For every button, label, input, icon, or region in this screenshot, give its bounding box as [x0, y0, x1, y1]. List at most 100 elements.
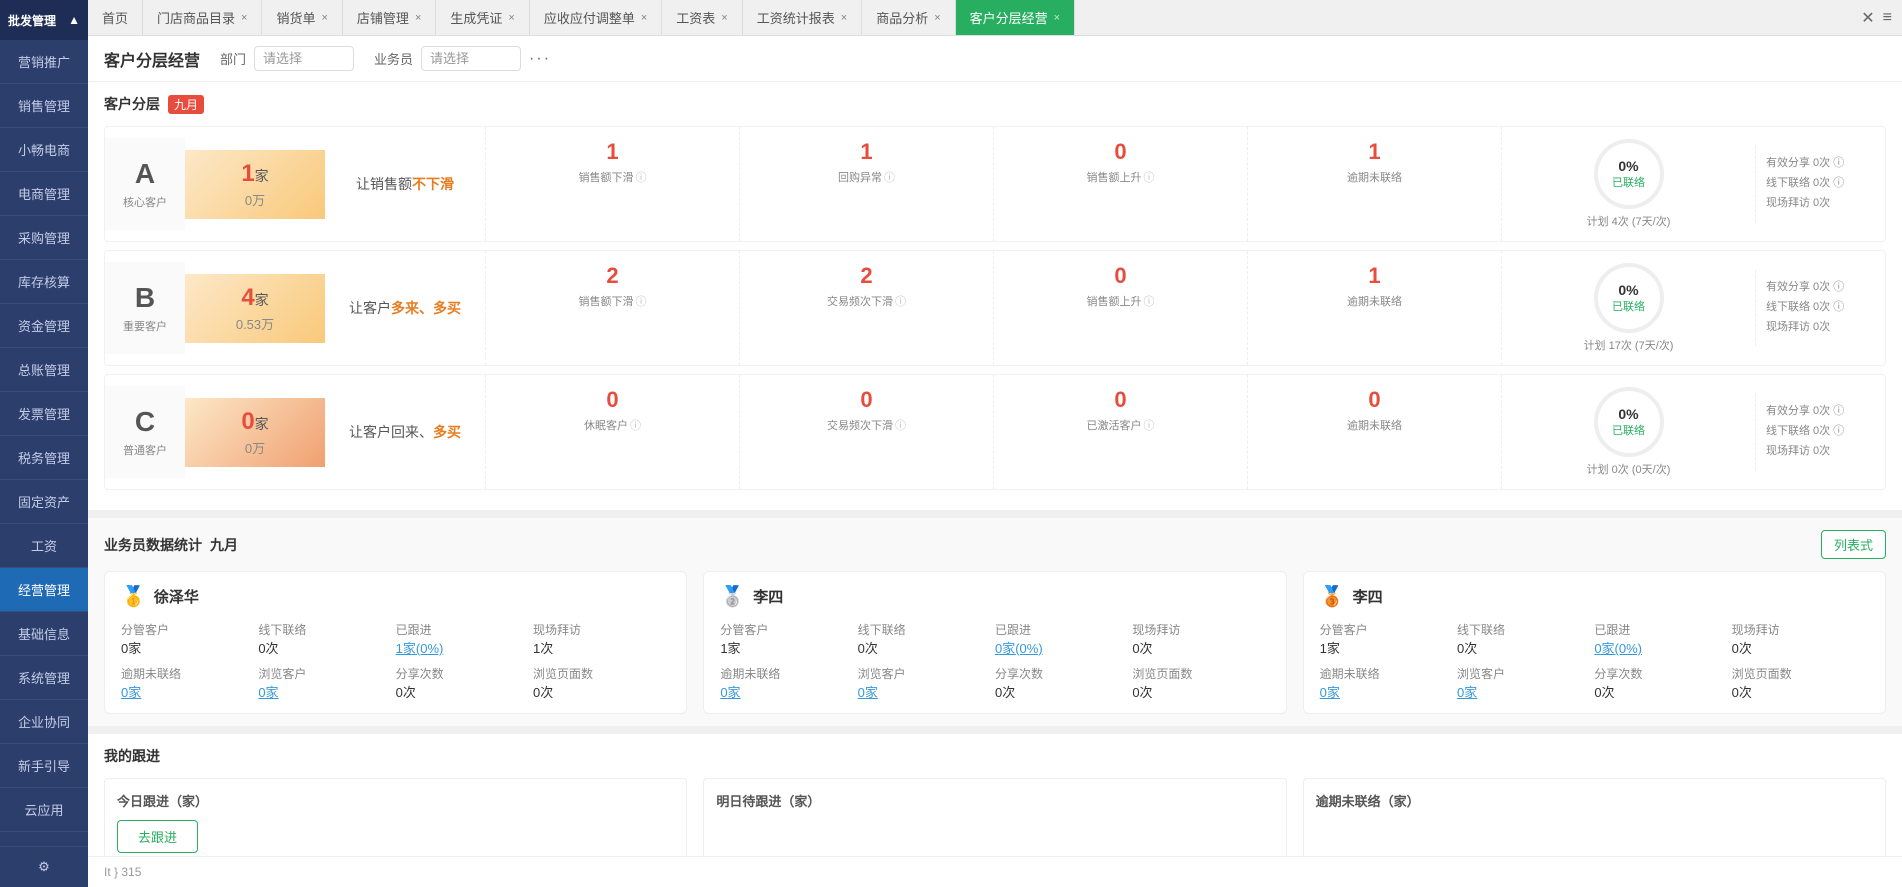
tab-home[interactable]: 首页 — [88, 0, 143, 36]
tab-product-analysis[interactable]: 商品分析 × — [862, 0, 955, 36]
help-icon[interactable]: ⓘ — [1833, 301, 1844, 313]
sidebar-item-cggl[interactable]: 采购管理 — [0, 216, 88, 260]
sidebar-item-yyy[interactable]: 云应用 — [0, 788, 88, 832]
tab-ar-ap-adjust[interactable]: 应收应付调整单 × — [530, 0, 662, 36]
tier-a-stat-3[interactable]: 0 销售额上升ⓘ — [994, 127, 1248, 241]
tier-c-right-info: 有效分享 0次 ⓘ 线下联络 0次 ⓘ 现场拜访 0次 — [1755, 394, 1885, 470]
close-icon[interactable]: × — [641, 12, 647, 24]
tab-sales-order[interactable]: 销货单 × — [262, 0, 342, 36]
sidebar-item-gdzy[interactable]: 固定资产 — [0, 480, 88, 524]
tier-a-stat-4[interactable]: 1 逾期未联络 — [1248, 127, 1502, 241]
close-icon[interactable]: × — [321, 12, 327, 24]
sidebar-settings[interactable]: ⚙ — [0, 846, 88, 887]
sidebar-item-xtgl[interactable]: 系统管理 — [0, 656, 88, 700]
sidebar-collapse-icon[interactable]: ▲ — [68, 13, 80, 27]
month-badge: 九月 — [168, 95, 204, 114]
sidebar-item-jygl[interactable]: 经营管理 — [0, 568, 88, 612]
staff-item: 已跟进 1家(0%) — [396, 621, 533, 657]
close-icon[interactable]: × — [415, 12, 421, 24]
help-icon[interactable]: ⓘ — [1833, 157, 1844, 169]
tier-a-stat-2[interactable]: 1 回购异常ⓘ — [740, 127, 994, 241]
sidebar-item-xsyd[interactable]: 新手引导 — [0, 744, 88, 788]
help-icon[interactable]: ⓘ — [1833, 425, 1844, 437]
tab-close-all-icon[interactable]: ✕ — [1861, 8, 1874, 28]
tier-b-stat-4[interactable]: 1 逾期未联络 — [1248, 251, 1502, 365]
tier-b-count[interactable]: 4家 0.53万 — [185, 274, 325, 343]
staff-name-2: 李四 — [753, 586, 783, 607]
staff-item: 分管客户 1家 — [1320, 621, 1457, 657]
help-icon[interactable]: ⓘ — [1833, 177, 1844, 189]
bronze-medal-icon: 🥉 — [1320, 584, 1345, 609]
tier-c-stat-1[interactable]: 0 休眠客户ⓘ — [486, 375, 740, 489]
tab-gen-voucher[interactable]: 生成凭证 × — [436, 0, 529, 36]
list-view-button[interactable]: 列表式 — [1821, 530, 1886, 559]
sidebar-top[interactable]: 批发管理 ▲ — [0, 0, 88, 40]
help-icon[interactable]: ⓘ — [630, 417, 641, 433]
staff-item: 分享次数 0次 — [396, 665, 533, 701]
staff-item: 现场拜访 1次 — [533, 621, 670, 657]
tier-c-count[interactable]: 0家 0万 — [185, 398, 325, 467]
tab-store-products[interactable]: 门店商品目录 × — [143, 0, 262, 36]
sidebar-item-zjgl[interactable]: 资金管理 — [0, 304, 88, 348]
tab-customer-tier[interactable]: 客户分层经营 × — [956, 0, 1075, 36]
sidebar-item-fpgl[interactable]: 发票管理 — [0, 392, 88, 436]
tab-menu-icon[interactable]: ≡ — [1883, 9, 1892, 27]
close-icon[interactable]: × — [721, 12, 727, 24]
tab-payroll-report[interactable]: 工资统计报表 × — [743, 0, 862, 36]
help-icon[interactable]: ⓘ — [636, 169, 647, 185]
tier-b-stats: 2 销售额下滑ⓘ 2 交易频次下滑ⓘ 0 销售额上升ⓘ 1 逾期未联络 — [485, 251, 1755, 365]
help-icon[interactable]: ⓘ — [1144, 293, 1155, 309]
staff-item: 逾期未联络 0家 — [720, 665, 857, 701]
tier-a-slogan: 让销售额不下滑 — [325, 164, 485, 204]
help-icon[interactable]: ⓘ — [895, 417, 906, 433]
close-icon[interactable]: × — [1054, 12, 1060, 24]
tier-b-stat-2[interactable]: 2 交易频次下滑ⓘ — [740, 251, 994, 365]
followup-grid: 今日跟进（家） 去跟进 明日待跟进（家） 逾期未联络（家） — [104, 778, 1886, 866]
staff-item: 现场拜访 0次 — [1732, 621, 1869, 657]
close-icon[interactable]: × — [241, 12, 247, 24]
sidebar-item-jcxx[interactable]: 基础信息 — [0, 612, 88, 656]
tier-c-stats: 0 休眠客户ⓘ 0 交易频次下滑ⓘ 0 已激活客户ⓘ 0 逾期未联络 — [485, 375, 1755, 489]
staff-item: 已跟进 0家(0%) — [1594, 621, 1731, 657]
tab-store-mgmt[interactable]: 店铺管理 × — [343, 0, 436, 36]
followup-card-overdue: 逾期未联络（家） — [1303, 778, 1886, 866]
tier-row-a: A 核心客户 1家 0万 让销售额不下滑 1 销售额下滑ⓘ 1 — [104, 126, 1886, 242]
tier-a-stat-1[interactable]: 1 销售额下滑ⓘ — [486, 127, 740, 241]
tier-a-letter: A — [117, 158, 173, 190]
tier-a-right-info: 有效分享 0次 ⓘ 线下联络 0次 ⓘ 现场拜访 0次 — [1755, 146, 1885, 222]
close-icon[interactable]: × — [934, 12, 940, 24]
staff-select[interactable]: 请选择 — [421, 46, 521, 71]
page-header: 客户分层经营 部门 请选择 业务员 请选择 ··· — [88, 36, 1902, 82]
staff-section-title: 业务员数据统计 — [104, 535, 202, 555]
sidebar-item-kchz[interactable]: 库存核算 — [0, 260, 88, 304]
sidebar-item-yxtt[interactable]: 营销推广 — [0, 40, 88, 84]
go-followup-button[interactable]: 去跟进 — [117, 820, 198, 853]
tier-c-circle: 0% 已联络 计划 0次 (0天/次) — [1502, 375, 1755, 489]
help-icon[interactable]: ⓘ — [1144, 417, 1155, 433]
tier-a-count[interactable]: 1家 0万 — [185, 150, 325, 219]
tier-c-stat-3[interactable]: 0 已激活客户ⓘ — [994, 375, 1248, 489]
tier-b-stat-1[interactable]: 2 销售额下滑ⓘ — [486, 251, 740, 365]
help-icon[interactable]: ⓘ — [1144, 169, 1155, 185]
staff-item: 浏览页面数 0次 — [533, 665, 670, 701]
help-icon[interactable]: ⓘ — [636, 293, 647, 309]
tier-c-stat-4[interactable]: 0 逾期未联络 — [1248, 375, 1502, 489]
more-filters-icon[interactable]: ··· — [529, 50, 551, 68]
sidebar-item-xsgl[interactable]: 销售管理 — [0, 84, 88, 128]
sidebar-item-zzgl[interactable]: 总账管理 — [0, 348, 88, 392]
tier-b-stat-3[interactable]: 0 销售额上升ⓘ — [994, 251, 1248, 365]
sidebar-item-dsggl[interactable]: 电商管理 — [0, 172, 88, 216]
sidebar-item-swgl[interactable]: 税务管理 — [0, 436, 88, 480]
help-icon[interactable]: ⓘ — [1833, 281, 1844, 293]
dept-select[interactable]: 请选择 — [254, 46, 354, 71]
close-icon[interactable]: × — [508, 12, 514, 24]
sidebar-item-qyxt[interactable]: 企业协同 — [0, 700, 88, 744]
help-icon[interactable]: ⓘ — [895, 293, 906, 309]
help-icon[interactable]: ⓘ — [1833, 405, 1844, 417]
tier-c-stat-2[interactable]: 0 交易频次下滑ⓘ — [740, 375, 994, 489]
sidebar-item-gz[interactable]: 工资 — [0, 524, 88, 568]
sidebar-item-xcdz[interactable]: 小畅电商 — [0, 128, 88, 172]
tab-payroll[interactable]: 工资表 × — [662, 0, 742, 36]
help-icon[interactable]: ⓘ — [884, 169, 895, 185]
close-icon[interactable]: × — [841, 12, 847, 24]
